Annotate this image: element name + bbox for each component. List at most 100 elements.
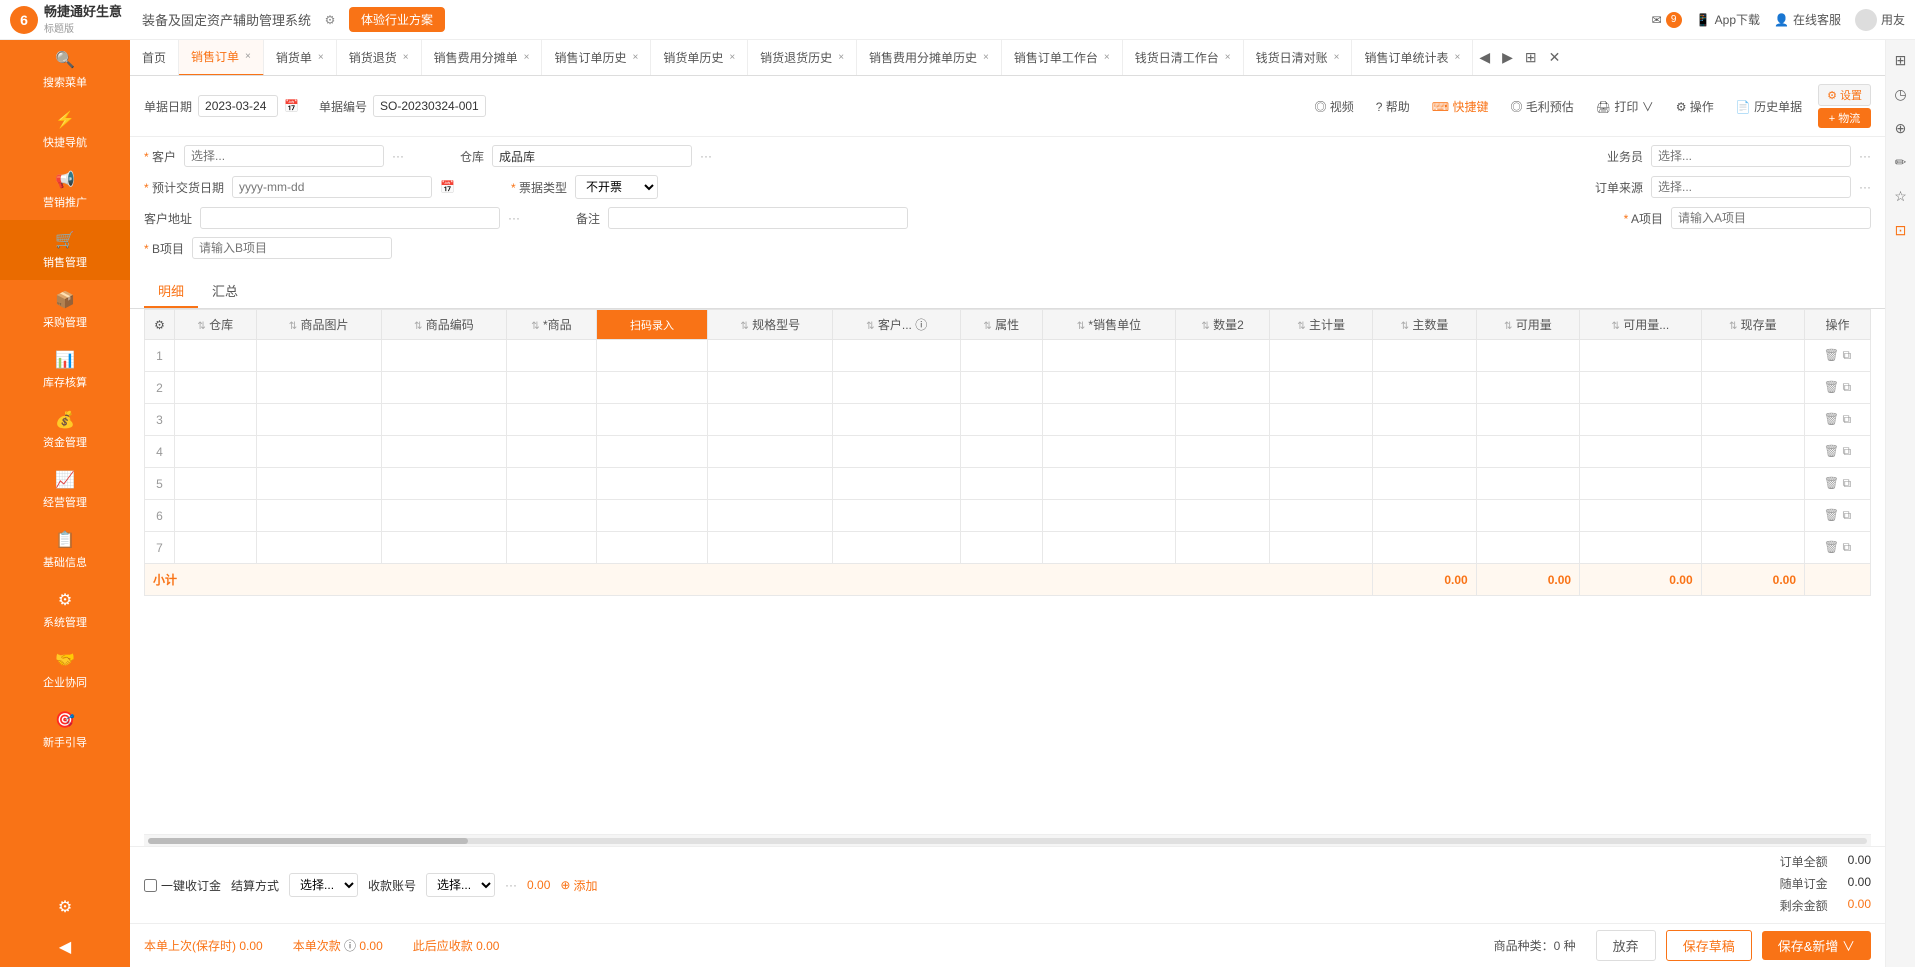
ticket-select[interactable]: 不开票 专用发票 普通发票 <box>575 175 658 199</box>
row-qty2-2[interactable] <box>1176 372 1270 404</box>
row-warehouse-3[interactable] <box>175 404 257 436</box>
tab-close-all-btn[interactable]: ✕ <box>1543 49 1567 66</box>
tab-sales-order[interactable]: 销售订单 × <box>179 40 264 76</box>
delete-icon[interactable]: 🗑 <box>1824 380 1839 394</box>
warehouse-more-icon[interactable]: ··· <box>700 149 712 163</box>
row-scan-3[interactable] <box>596 404 707 436</box>
tab-invoice-history[interactable]: 销货单历史 × <box>651 40 748 76</box>
table-scrollbar[interactable] <box>144 834 1871 846</box>
app-download-item[interactable]: 📱 App下载 <box>1696 11 1760 28</box>
tab-order-workbench[interactable]: 销售订单工作台 × <box>1002 40 1123 76</box>
toolbar-logistics-btn[interactable]: + 物流 <box>1818 108 1871 128</box>
one-click-checkbox[interactable] <box>144 879 157 892</box>
sidebar-item-guide[interactable]: 🎯 新手引导 <box>0 700 130 760</box>
row-code-4[interactable] <box>381 436 506 468</box>
right-icon-star[interactable]: ☆ <box>1889 184 1913 208</box>
copy-icon[interactable]: ⧉ <box>1843 348 1852 362</box>
row-image-1[interactable] <box>256 340 381 372</box>
tab-close-icon[interactable]: × <box>1334 52 1340 63</box>
delete-icon[interactable]: 🗑 <box>1824 508 1839 522</box>
tab-close-icon[interactable]: × <box>983 52 989 63</box>
system-settings-icon[interactable]: ⚙ <box>319 9 341 31</box>
row-image-2[interactable] <box>256 372 381 404</box>
delete-icon[interactable]: 🗑 <box>1824 412 1839 426</box>
order-source-input[interactable] <box>1651 176 1851 198</box>
toolbar-history-btn[interactable]: 📄 历史单据 <box>1730 96 1808 117</box>
sidebar-item-search[interactable]: 🔍 搜索菜单 <box>0 40 130 100</box>
customer-more-icon[interactable]: ··· <box>392 149 404 163</box>
row-warehouse-4[interactable] <box>175 436 257 468</box>
row-avail-1[interactable] <box>1476 340 1579 372</box>
tab-home[interactable]: 首页 <box>130 40 179 76</box>
right-icon-2[interactable]: ◷ <box>1889 82 1913 106</box>
row-mainunit-3[interactable] <box>1269 404 1372 436</box>
row-code-3[interactable] <box>381 404 506 436</box>
tab-daily-workbench[interactable]: 钱货日清工作台 × <box>1123 40 1244 76</box>
note-input[interactable] <box>608 207 908 229</box>
row-mainqty-1[interactable] <box>1373 340 1476 372</box>
tab-summary[interactable]: 汇总 <box>198 275 252 308</box>
delete-icon[interactable]: 🗑 <box>1824 444 1839 458</box>
copy-icon[interactable]: ⧉ <box>1843 508 1852 522</box>
warehouse-input[interactable] <box>492 145 692 167</box>
calendar-icon[interactable]: 📅 <box>284 99 299 113</box>
row-warehouse-2[interactable] <box>175 372 257 404</box>
row-scan-2[interactable] <box>596 372 707 404</box>
row-current-2[interactable] <box>1701 372 1804 404</box>
tab-sales-order-history[interactable]: 销售订单历史 × <box>542 40 651 76</box>
row-spec-3[interactable] <box>708 404 833 436</box>
date-input[interactable]: 2023-03-24 <box>198 95 278 117</box>
copy-icon[interactable]: ⧉ <box>1843 380 1852 394</box>
row-attr-2[interactable] <box>961 372 1043 404</box>
tab-detail[interactable]: 明细 <box>144 275 198 308</box>
tab-sales-expense[interactable]: 销售费用分摊单 × <box>422 40 543 76</box>
toolbar-print-btn[interactable]: 🖨 打印 ∨ <box>1590 96 1660 117</box>
row-mainqty-3[interactable] <box>1373 404 1476 436</box>
customer-input[interactable] <box>184 145 384 167</box>
row-spec-1[interactable] <box>708 340 833 372</box>
address-more-icon[interactable]: ··· <box>508 211 520 225</box>
order-source-more-icon[interactable]: ··· <box>1859 180 1871 194</box>
row-current-1[interactable] <box>1701 340 1804 372</box>
add-button[interactable]: ⊕ 添加 <box>560 877 597 894</box>
online-service-item[interactable]: 👤 在线客服 <box>1774 11 1841 28</box>
tab-daily-reconcile[interactable]: 钱货日清对账 × <box>1244 40 1353 76</box>
delete-icon[interactable]: 🗑 <box>1824 540 1839 554</box>
right-icon-3[interactable]: ⊕ <box>1889 116 1913 140</box>
tab-prev-btn[interactable]: ◀ <box>1473 49 1496 66</box>
sidebar-item-operation[interactable]: 📈 经营管理 <box>0 460 130 520</box>
row-custcode-2[interactable] <box>833 372 961 404</box>
tab-expand-btn[interactable]: ⊞ <box>1519 49 1543 66</box>
row-product-3[interactable] <box>506 404 596 436</box>
row-current-4[interactable] <box>1701 436 1804 468</box>
row-image-3[interactable] <box>256 404 381 436</box>
number-input[interactable]: SO-20230324-001 <box>373 95 486 117</box>
row-code-2[interactable] <box>381 372 506 404</box>
tab-close-icon[interactable]: × <box>524 52 530 63</box>
copy-icon[interactable]: ⧉ <box>1843 412 1852 426</box>
toolbar-profit-btn[interactable]: ◎ 毛利预估 <box>1504 96 1579 117</box>
one-click-deposit[interactable]: 一键收订金 <box>144 877 221 894</box>
tab-close-icon[interactable]: × <box>1104 52 1110 63</box>
row-scan-1[interactable] <box>596 340 707 372</box>
a-project-input[interactable] <box>1671 207 1871 229</box>
tab-close-icon[interactable]: × <box>632 52 638 63</box>
tab-return-history[interactable]: 销货退货历史 × <box>748 40 857 76</box>
row-scan-4[interactable] <box>596 436 707 468</box>
right-icon-scan[interactable]: ⊡ <box>1889 218 1913 242</box>
row-spec-2[interactable] <box>708 372 833 404</box>
col-settings-icon[interactable]: ⚙ <box>154 318 165 332</box>
toolbar-help-btn[interactable]: ? 帮助 <box>1370 96 1416 117</box>
tab-close-icon[interactable]: × <box>318 52 324 63</box>
row-spec-4[interactable] <box>708 436 833 468</box>
copy-icon[interactable]: ⧉ <box>1843 540 1852 554</box>
sidebar-item-marketing[interactable]: 📢 营销推广 <box>0 160 130 220</box>
row-unit-1[interactable] <box>1042 340 1176 372</box>
tab-sales-return[interactable]: 销货退货 × <box>337 40 422 76</box>
row-product-4[interactable] <box>506 436 596 468</box>
sidebar-item-inventory[interactable]: 📊 库存核算 <box>0 340 130 400</box>
row-custcode-4[interactable] <box>833 436 961 468</box>
row-mainunit-2[interactable] <box>1269 372 1372 404</box>
staff-input[interactable] <box>1651 145 1851 167</box>
payment-method-select[interactable]: 选择... <box>289 873 358 897</box>
